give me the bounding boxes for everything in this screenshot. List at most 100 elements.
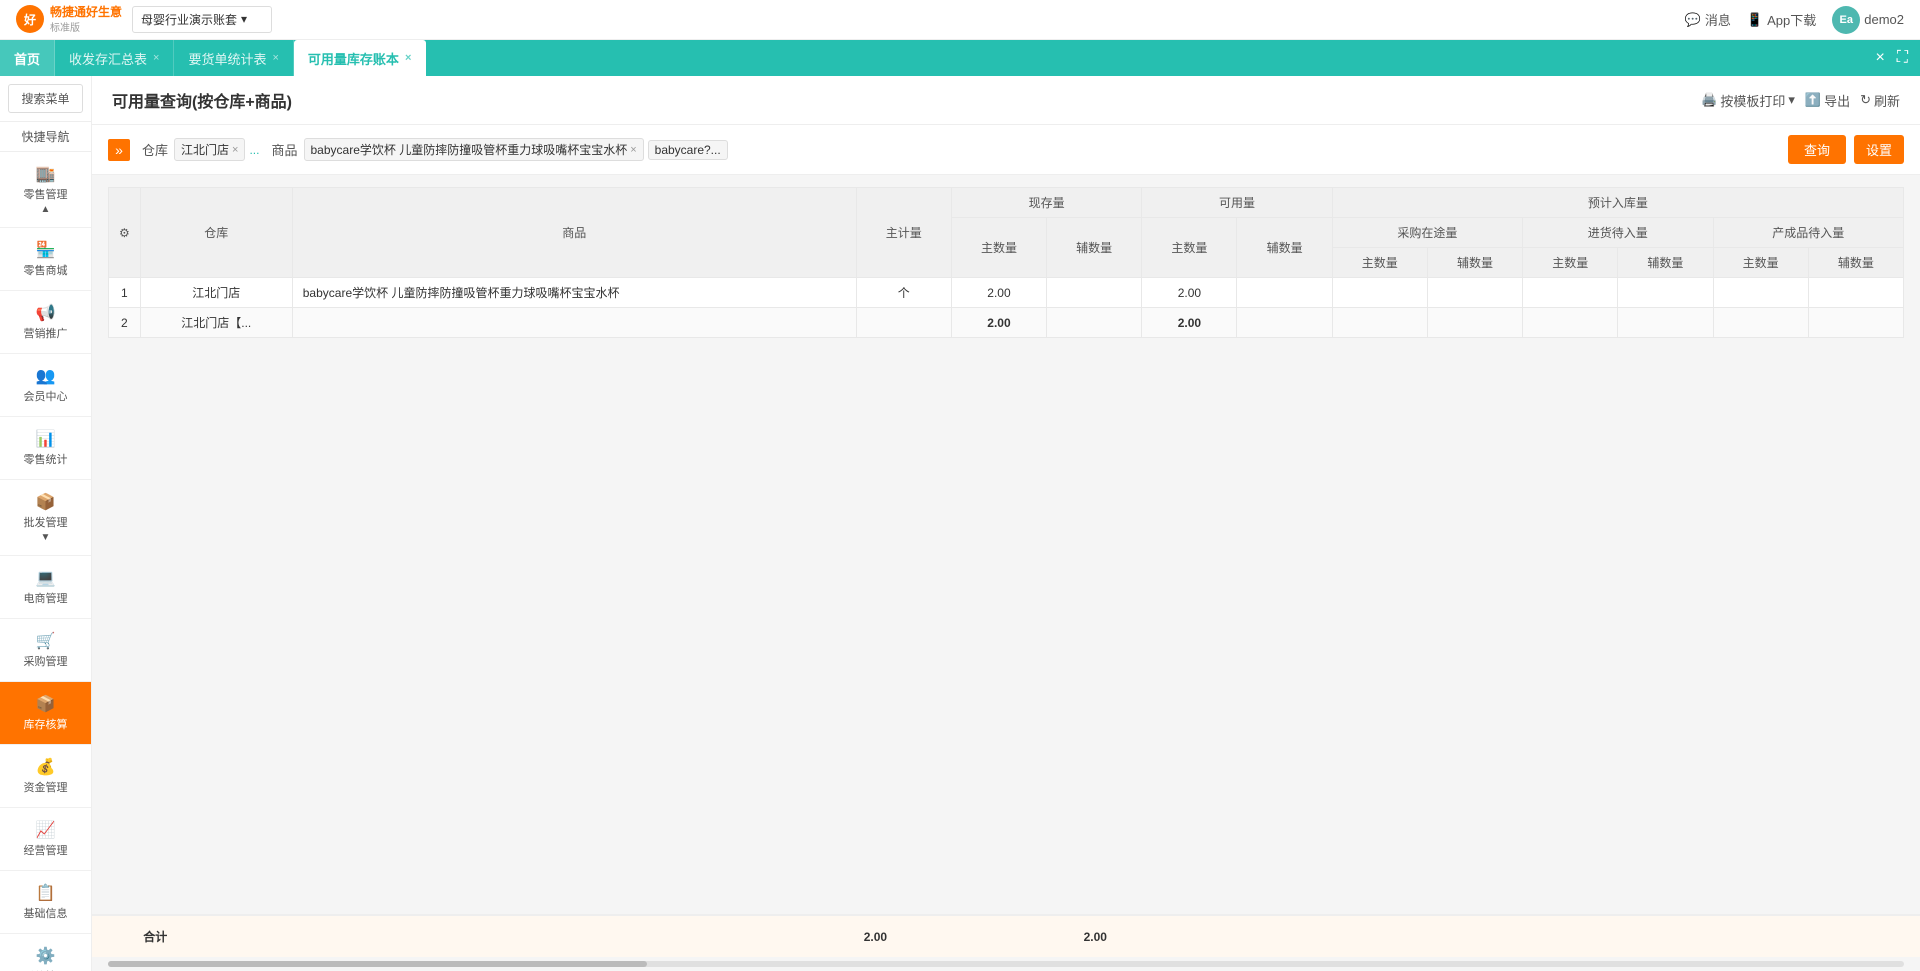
wholesale-icon: 📦 [36,492,56,512]
col-settings[interactable]: ⚙ [109,188,141,278]
retail-mgmt-icon: 🏬 [36,164,56,184]
row1-current-main: 2.00 [951,278,1046,308]
tab-home[interactable]: 首页 [0,40,55,76]
tab-order-stats[interactable]: 要货单统计表 × [174,40,293,76]
quick-nav-btn[interactable]: 快捷导航 [0,122,91,152]
tab-close-all-btn[interactable]: × [1871,47,1888,69]
industry-label: 母婴行业演示账套 [141,11,237,28]
warehouse-more[interactable]: ... [249,143,259,157]
product-filter-tags: babycare学饮杯 儿童防摔防撞吸管杯重力球吸嘴杯宝宝水杯 × babyca… [304,138,728,161]
tab-bar-spacer [426,40,1863,76]
tab-expand-btn[interactable]: ⛶ [1893,47,1912,69]
retail-stats-icon: 📊 [36,429,56,449]
page-header: 可用量查询(按仓库+商品) 🖨️ 按模板打印 ▾ ⬆️ 导出 ↻ 刷新 [92,76,1920,125]
col-group-forecast: 预计入库量 [1332,188,1903,218]
message-label: 消息 [1705,10,1731,29]
tab-receipt-label: 收发存汇总表 [69,49,147,68]
sidebar-item-inventory[interactable]: 📦 库存核算 [0,682,91,745]
filter-toggle-btn[interactable]: » [108,139,130,161]
row2-current-main: 2.00 [951,308,1046,338]
export-btn[interactable]: ⬆️ 导出 [1805,91,1850,110]
refresh-btn[interactable]: ↻ 刷新 [1860,91,1900,110]
sidebar-search-area: 搜索菜单 [0,76,91,122]
user-area[interactable]: Ea demo2 [1832,6,1904,34]
row1-prod-main [1713,278,1808,308]
warehouse-tag-close[interactable]: × [232,144,238,156]
product-tag2[interactable]: babycare?... [648,140,728,160]
tab-order-stats-close[interactable]: × [272,52,278,64]
export-icon: ⬆️ [1805,92,1821,108]
footer-prod-main [1700,922,1810,951]
logo-sub: 标准版 [50,19,122,34]
table-container: ⚙ 仓库 商品 主计量 现存量 可用量 预计入库量 主数量 辅数量 主数量 辅数… [92,175,1920,914]
sidebar-item-finance[interactable]: 💰 资金管理 [0,745,91,808]
app-download-btn[interactable]: 📱 App下载 [1747,10,1816,29]
warehouse-tag[interactable]: 江北门店 × [174,138,245,161]
sidebar-item-marketing[interactable]: 📢 营销推广 [0,291,91,354]
tab-order-stats-label: 要货单统计表 [188,49,266,68]
footer-inbound-main [1480,922,1590,951]
page-header-actions: 🖨️ 按模板打印 ▾ ⬆️ 导出 ↻ 刷新 [1701,91,1900,122]
product-tag2-text: babycare?... [655,143,721,157]
footer-available-aux [1150,922,1260,951]
col-warehouse: 仓库 [140,188,292,278]
col-inbound-main: 主数量 [1523,248,1618,278]
print-btn[interactable]: 🖨️ 按模板打印 ▾ [1701,91,1795,110]
app-icon: 📱 [1747,12,1763,28]
settings-btn[interactable]: 设置 [1854,135,1904,164]
row1-product: babycare学饮杯 儿童防摔防撞吸管杯重力球吸嘴杯宝宝水杯 [292,278,856,308]
footer-available-main: 2.00 [1040,922,1150,951]
finance-icon: 💰 [36,757,56,777]
sidebar-item-system[interactable]: ⚙️ 系统管理 [0,934,91,971]
sidebar-item-retail-mgmt[interactable]: 🏬 零售管理 ▲ [0,152,91,228]
sidebar-item-member[interactable]: 👥 会员中心 [0,354,91,417]
sidebar-item-basic-info[interactable]: 📋 基础信息 [0,871,91,934]
warehouse-filter-tags: 江北门店 × ... [174,138,259,161]
col-group-production-pending: 产成品待入量 [1713,218,1904,248]
member-icon: 👥 [36,366,56,386]
industry-selector[interactable]: 母婴行业演示账套 ▾ [132,6,272,33]
sidebar-item-retail-stats[interactable]: 📊 零售统计 [0,417,91,480]
row2-unit [856,308,951,338]
row2-prod-main [1713,308,1808,338]
tab-receipt-close[interactable]: × [153,52,159,64]
refresh-icon: ↻ [1860,92,1871,108]
row2-inbound-aux [1618,308,1713,338]
sidebar-item-ecommerce[interactable]: 💻 电商管理 [0,556,91,619]
filter-actions: 查询 设置 [1788,135,1904,164]
row2-available-aux [1237,308,1332,338]
expand-wholesale-icon: ▼ [41,532,51,543]
footer-inbound-aux [1590,922,1700,951]
scroll-thumb[interactable] [108,961,647,967]
footer-spacer2 [243,922,724,951]
tab-available-stock-close[interactable]: × [405,52,411,64]
col-group-available: 可用量 [1142,188,1332,218]
footer-prod-aux [1810,922,1920,951]
message-btn[interactable]: 💬 消息 [1685,10,1731,29]
tab-available-stock-label: 可用量库存账本 [308,49,399,68]
username: demo2 [1864,12,1904,27]
product-tag1-close[interactable]: × [630,144,636,156]
product-filter-label: 商品 [271,140,297,159]
row1-warehouse: 江北门店 [140,278,292,308]
sidebar-item-purchase[interactable]: 🛒 采购管理 [0,619,91,682]
sidebar-item-retail-mall[interactable]: 🏪 零售商城 [0,228,91,291]
sidebar-item-operations[interactable]: 📈 经营管理 [0,808,91,871]
search-menu-btn[interactable]: 搜索菜单 [8,84,83,113]
product-filter-group: 商品 babycare学饮杯 儿童防摔防撞吸管杯重力球吸嘴杯宝宝水杯 × bab… [271,138,727,161]
row2-seq: 2 [109,308,141,338]
expand-icon: ▲ [41,204,51,215]
product-tag1[interactable]: babycare学饮杯 儿童防摔防撞吸管杯重力球吸嘴杯宝宝水杯 × [304,138,644,161]
scroll-track[interactable] [108,961,1904,967]
top-bar-left: 好 畅捷通好生意 标准版 母婴行业演示账套 ▾ [16,5,272,34]
marketing-icon: 📢 [36,303,56,323]
export-label: 导出 [1824,91,1850,110]
footer-pur-main [1260,922,1370,951]
col-pur-main: 主数量 [1332,248,1427,278]
tab-receipt[interactable]: 收发存汇总表 × [55,40,174,76]
query-btn[interactable]: 查询 [1788,135,1846,164]
col-available-main: 主数量 [1142,218,1237,278]
sidebar-item-wholesale[interactable]: 📦 批发管理 ▼ [0,480,91,556]
tab-available-stock[interactable]: 可用量库存账本 × [294,40,426,76]
footer-label: 合计 [133,922,243,951]
